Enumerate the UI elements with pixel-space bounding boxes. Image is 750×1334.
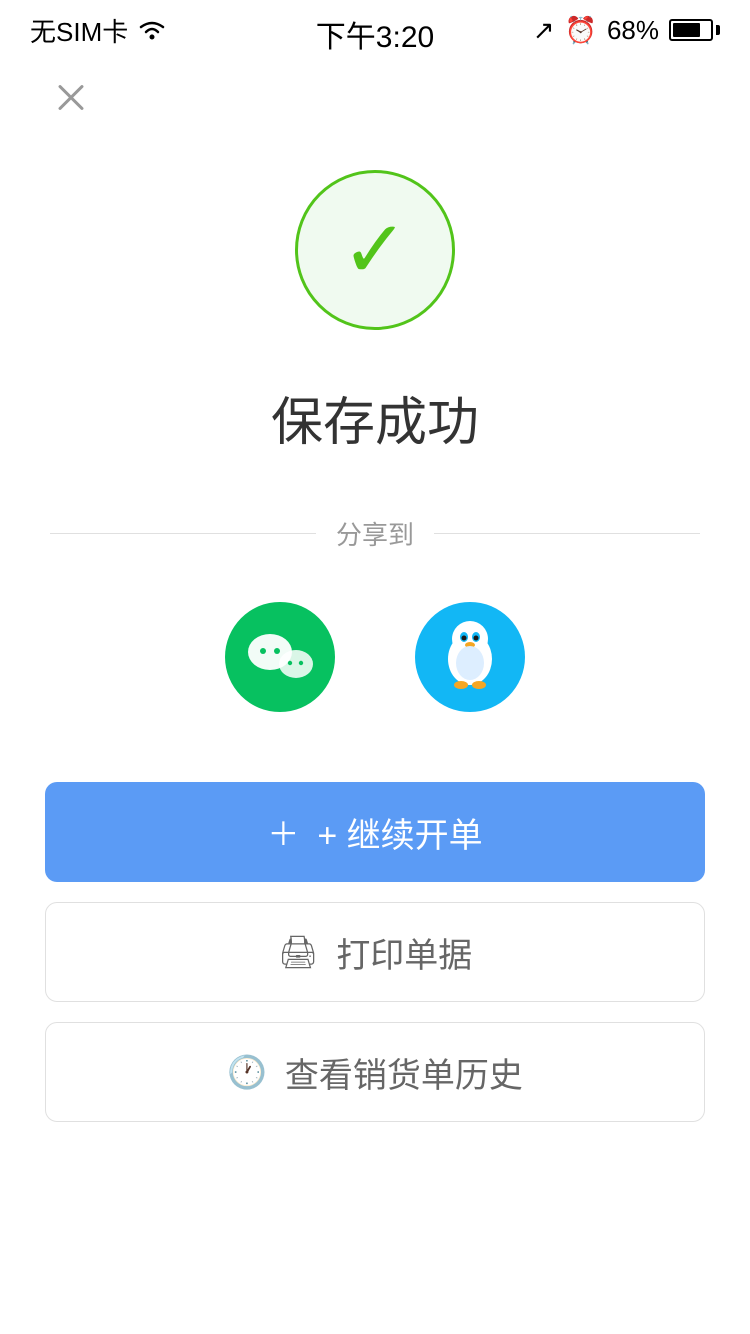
divider-line-left — [50, 533, 316, 534]
wifi-icon — [138, 19, 166, 41]
action-buttons: ＋ + 继续开单 🖨 打印单据 🕐 查看销货单历史 — [45, 782, 705, 1122]
plus-icon: ＋ — [267, 809, 299, 855]
close-button[interactable] — [46, 72, 96, 122]
status-bar: 无SIM卡 下午3:20 ↗ ⏰ 68% — [0, 0, 750, 60]
status-right: ↗ ⏰ 68% — [533, 15, 720, 46]
battery-percent: 68% — [607, 15, 659, 46]
battery-icon — [669, 19, 720, 41]
share-divider-text: 分享到 — [316, 515, 434, 552]
print-label: 打印单据 — [336, 928, 472, 977]
history-icon: 🕐 — [227, 1053, 267, 1091]
status-time: 下午3:20 — [316, 12, 434, 56]
main-content: ✓ 保存成功 分享到 — [0, 60, 750, 1122]
status-left: 无SIM卡 — [30, 12, 166, 49]
qq-share-button[interactable] — [415, 602, 525, 712]
share-divider: 分享到 — [0, 515, 750, 552]
alarm-icon: ⏰ — [565, 15, 597, 46]
continue-order-button[interactable]: ＋ + 继续开单 — [45, 782, 705, 882]
share-icons-row — [225, 602, 525, 712]
continue-order-label: + 继续开单 — [317, 808, 482, 857]
history-button[interactable]: 🕐 查看销货单历史 — [45, 1022, 705, 1122]
qq-logo-icon — [438, 621, 502, 693]
checkmark-icon: ✓ — [341, 210, 408, 290]
print-button[interactable]: 🖨 打印单据 — [45, 902, 705, 1002]
carrier-text: 无SIM卡 — [30, 12, 128, 49]
wechat-logo-icon — [246, 628, 314, 686]
divider-line-right — [434, 533, 700, 534]
location-icon: ↗ — [533, 15, 555, 46]
success-icon-circle: ✓ — [295, 170, 455, 330]
wechat-share-button[interactable] — [225, 602, 335, 712]
print-icon: 🖨 — [278, 933, 319, 971]
success-title: 保存成功 — [271, 380, 479, 455]
history-label: 查看销货单历史 — [285, 1048, 523, 1097]
